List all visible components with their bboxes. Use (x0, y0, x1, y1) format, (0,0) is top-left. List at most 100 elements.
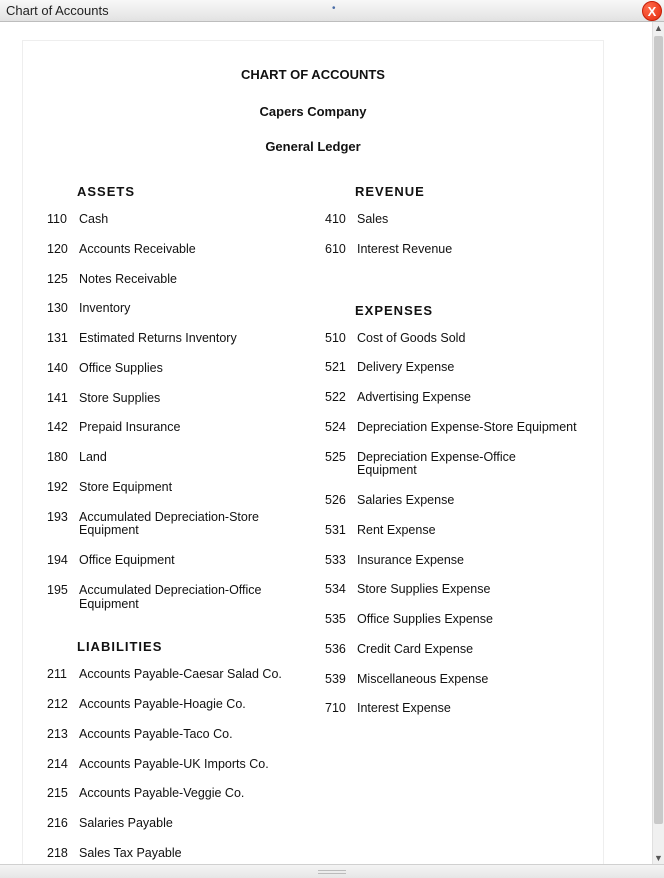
account-row: 142Prepaid Insurance (47, 421, 307, 435)
account-number: 125 (47, 273, 77, 287)
account-number: 525 (325, 451, 355, 465)
vertical-scrollbar[interactable]: ▲ ▼ (652, 22, 664, 864)
account-name: Interest Expense (355, 702, 579, 716)
account-name: Accounts Payable-Hoagie Co. (77, 698, 307, 712)
account-name: Accounts Receivable (77, 243, 307, 257)
account-name: Depreciation Expense-Office Equipment (355, 451, 579, 479)
close-icon: X (648, 4, 657, 19)
account-row: 180Land (47, 451, 307, 465)
account-name: Land (77, 451, 307, 465)
account-number: 130 (47, 302, 77, 316)
account-number: 195 (47, 584, 77, 598)
account-row: 536Credit Card Expense (325, 643, 579, 657)
section-title-assets: ASSETS (77, 184, 307, 199)
account-row: 218Sales Tax Payable (47, 847, 307, 861)
account-name: Salaries Expense (355, 494, 579, 508)
account-name: Depreciation Expense-Store Equipment (355, 421, 579, 435)
scroll-up-arrow-icon[interactable]: ▲ (653, 22, 664, 34)
account-row: 110Cash (47, 213, 307, 227)
account-number: 120 (47, 243, 77, 257)
ledger-label: General Ledger (47, 139, 579, 154)
revenue-list: 410Sales610Interest Revenue (325, 213, 579, 257)
account-name: Notes Receivable (77, 273, 307, 287)
account-number: 526 (325, 494, 355, 508)
account-number: 521 (325, 361, 355, 375)
account-number: 110 (47, 213, 77, 227)
expenses-list: 510Cost of Goods Sold 521Delivery Expense… (325, 332, 579, 717)
account-number: 215 (47, 787, 77, 801)
assets-list: 110Cash 120Accounts Receivable 125Notes Re… (47, 213, 307, 611)
columns: ASSETS 110Cash 120Accounts Receivable 125N… (47, 184, 579, 864)
account-number: 539 (325, 673, 355, 687)
account-row: 214Accounts Payable-UK Imports Co. (47, 758, 307, 772)
right-column: REVENUE 410Sales610Interest Revenue EXPE… (313, 184, 579, 864)
account-row: 531Rent Expense (325, 524, 579, 538)
account-row: 131Estimated Returns Inventory (47, 332, 307, 346)
account-name: Sales Tax Payable (77, 847, 307, 861)
section-title-liabilities: LIABILITIES (77, 639, 307, 654)
account-row: 140Office Supplies (47, 362, 307, 376)
account-number: 213 (47, 728, 77, 742)
account-name: Cost of Goods Sold (355, 332, 579, 346)
account-name: Accumulated Depreciation-Office Equipmen… (77, 584, 307, 612)
account-row: 125Notes Receivable (47, 273, 307, 287)
account-name: Store Supplies Expense (355, 583, 579, 597)
account-row: 141Store Supplies (47, 392, 307, 406)
account-row: 521Delivery Expense (325, 361, 579, 375)
account-number: 510 (325, 332, 355, 346)
account-number: 524 (325, 421, 355, 435)
scroll-down-arrow-icon[interactable]: ▼ (653, 852, 664, 864)
close-button[interactable]: X (642, 1, 662, 21)
window-title: Chart of Accounts (6, 3, 109, 18)
document-page: CHART OF ACCOUNTS Capers Company General… (22, 40, 604, 864)
account-name: Miscellaneous Expense (355, 673, 579, 687)
account-row: 130Inventory (47, 302, 307, 316)
account-name: Accounts Payable-Caesar Salad Co. (77, 668, 307, 682)
account-row: 525Depreciation Expense-Office Equipment (325, 451, 579, 479)
page-title: CHART OF ACCOUNTS (47, 67, 579, 82)
account-row: 211Accounts Payable-Caesar Salad Co. (47, 668, 307, 682)
account-row: 610Interest Revenue (325, 243, 579, 257)
account-name: Office Supplies (77, 362, 307, 376)
account-row: 710Interest Expense (325, 702, 579, 716)
company-name: Capers Company (47, 104, 579, 119)
account-number: 218 (47, 847, 77, 861)
account-number: 212 (47, 698, 77, 712)
account-row: 195Accumulated Depreciation-Office Equip… (47, 584, 307, 612)
account-row: 533Insurance Expense (325, 554, 579, 568)
account-name: Cash (77, 213, 307, 227)
account-name: Rent Expense (355, 524, 579, 538)
bottom-bar (0, 864, 664, 878)
section-title-revenue: REVENUE (355, 184, 579, 199)
resize-grip-icon[interactable] (318, 870, 346, 874)
account-number: 192 (47, 481, 77, 495)
account-number: 180 (47, 451, 77, 465)
account-row: 213Accounts Payable-Taco Co. (47, 728, 307, 742)
account-row: 194Office Equipment (47, 554, 307, 568)
scrollbar-thumb[interactable] (654, 36, 663, 824)
account-number: 131 (47, 332, 77, 346)
account-number: 141 (47, 392, 77, 406)
account-number: 536 (325, 643, 355, 657)
account-number: 610 (325, 243, 355, 257)
account-name: Store Supplies (77, 392, 307, 406)
account-row: 192Store Equipment (47, 481, 307, 495)
account-number: 535 (325, 613, 355, 627)
viewport: CHART OF ACCOUNTS Capers Company General… (0, 22, 664, 878)
account-number: 410 (325, 213, 355, 227)
account-row: 212Accounts Payable-Hoagie Co. (47, 698, 307, 712)
account-number: 140 (47, 362, 77, 376)
account-number: 142 (47, 421, 77, 435)
titlebar-marker: • (332, 3, 336, 14)
account-name: Accounts Payable-UK Imports Co. (77, 758, 307, 772)
account-row: 510Cost of Goods Sold (325, 332, 579, 346)
account-name: Office Equipment (77, 554, 307, 568)
account-name: Credit Card Expense (355, 643, 579, 657)
account-number: 531 (325, 524, 355, 538)
account-name: Salaries Payable (77, 817, 307, 831)
account-name: Accumulated Depreciation-Store Equipment (77, 511, 307, 539)
scroll-area: CHART OF ACCOUNTS Capers Company General… (0, 22, 652, 864)
account-number: 194 (47, 554, 77, 568)
section-title-expenses: EXPENSES (355, 303, 579, 318)
account-name: Delivery Expense (355, 361, 579, 375)
